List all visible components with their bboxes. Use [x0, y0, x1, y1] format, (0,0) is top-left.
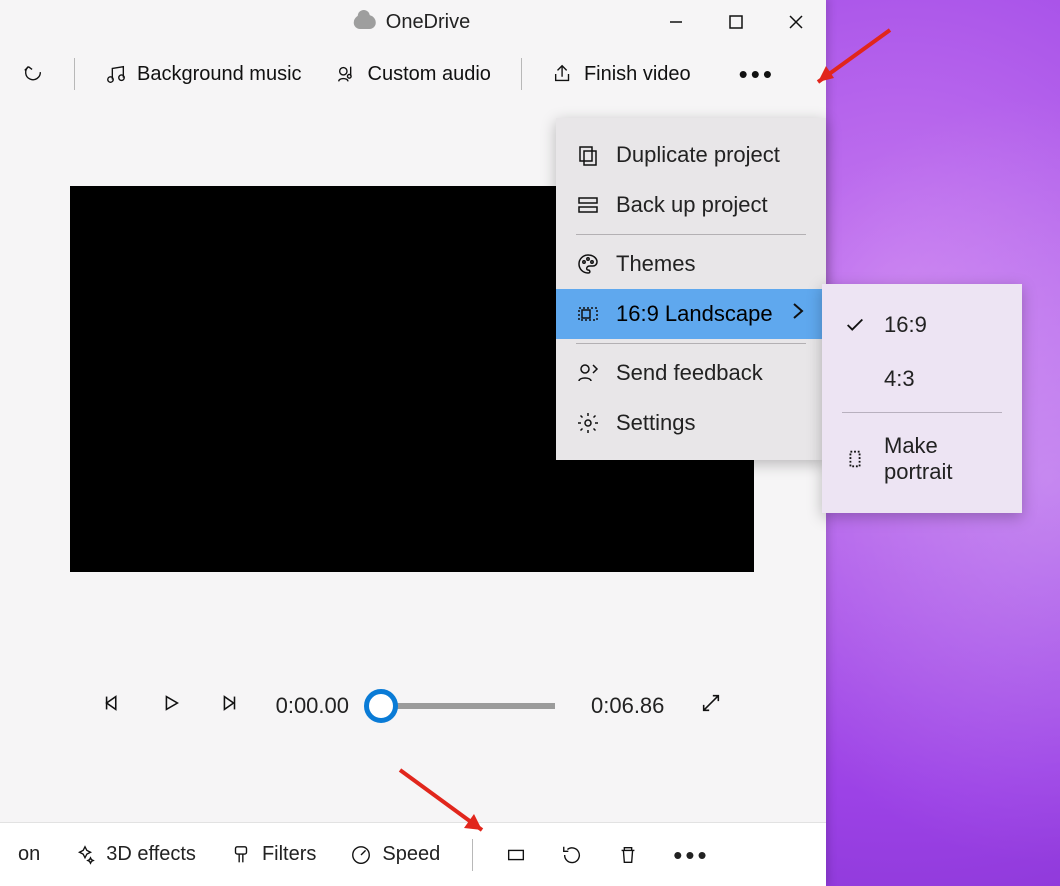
submenu-separator — [842, 412, 1002, 413]
redo-icon — [22, 63, 44, 85]
filters-label: Filters — [262, 843, 316, 866]
3d-effects-button[interactable]: 3D effects — [64, 843, 206, 866]
feedback-icon — [576, 361, 600, 385]
menu-backup-project[interactable]: Back up project — [556, 180, 826, 230]
gear-icon — [576, 411, 600, 435]
seek-bar[interactable] — [385, 703, 555, 709]
more-menu: Duplicate project Back up project Themes… — [556, 118, 826, 460]
palette-icon — [576, 252, 600, 276]
close-button[interactable] — [766, 0, 826, 46]
aspect-submenu: 16:9 4:3 Make portrait — [822, 284, 1022, 513]
seek-thumb[interactable] — [364, 689, 398, 723]
submenu-4-3[interactable]: 4:3 — [822, 352, 1022, 406]
minimize-button[interactable] — [646, 0, 706, 46]
play-button[interactable] — [160, 692, 182, 720]
submenu-make-portrait[interactable]: Make portrait — [822, 419, 1022, 499]
finish-video-button[interactable]: Finish video — [540, 54, 703, 94]
current-time: 0:00.00 — [276, 693, 349, 719]
submenu-portrait-label: Make portrait — [884, 433, 1000, 485]
motion-label-fragment: on — [18, 843, 40, 866]
menu-separator — [576, 234, 806, 235]
submenu-4-3-label: 4:3 — [884, 366, 915, 392]
separator — [472, 839, 473, 871]
speed-icon — [350, 844, 372, 866]
more-button[interactable]: ••• — [727, 54, 787, 94]
filters-button[interactable]: Filters — [220, 843, 326, 866]
background-music-button[interactable]: Background music — [93, 54, 314, 94]
title-bar: OneDrive — [0, 0, 826, 46]
sparkle-icon — [74, 844, 96, 866]
separator — [521, 58, 522, 90]
motion-button-fragment[interactable]: on — [8, 843, 50, 866]
speed-label: Speed — [382, 843, 440, 866]
submenu-16-9[interactable]: 16:9 — [822, 298, 1022, 352]
rotate-icon — [561, 844, 583, 866]
check-icon — [844, 314, 866, 336]
window-title: OneDrive — [386, 11, 470, 34]
menu-duplicate-label: Duplicate project — [616, 142, 780, 168]
menu-duplicate-project[interactable]: Duplicate project — [556, 130, 826, 180]
chevron-right-icon — [786, 299, 810, 329]
custom-audio-button[interactable]: Custom audio — [324, 54, 503, 94]
crop-icon — [505, 844, 527, 866]
top-toolbar: Background music Custom audio Finish vid… — [0, 46, 826, 102]
portrait-icon — [844, 448, 866, 470]
3d-effects-label: 3D effects — [106, 843, 196, 866]
transport-controls: 0:00.00 0:06.86 — [38, 692, 786, 720]
resize-button[interactable] — [495, 844, 537, 866]
backup-icon — [576, 193, 600, 217]
menu-themes-label: Themes — [616, 251, 695, 277]
bottom-toolbar: on 3D effects Filters Speed — [0, 822, 826, 886]
menu-backup-label: Back up project — [616, 192, 768, 218]
finish-video-label: Finish video — [584, 63, 691, 86]
submenu-16-9-label: 16:9 — [884, 312, 927, 338]
menu-aspect-ratio[interactable]: 16:9 Landscape — [556, 289, 826, 339]
custom-audio-label: Custom audio — [368, 63, 491, 86]
menu-themes[interactable]: Themes — [556, 239, 826, 289]
rotate-button[interactable] — [551, 844, 593, 866]
total-time: 0:06.86 — [591, 693, 664, 719]
separator — [74, 58, 75, 90]
cloud-icon — [354, 11, 376, 33]
menu-separator — [576, 343, 806, 344]
filters-icon — [230, 844, 252, 866]
maximize-button[interactable] — [706, 0, 766, 46]
background-music-label: Background music — [137, 63, 302, 86]
menu-aspect-label: 16:9 Landscape — [616, 301, 773, 327]
aspect-icon — [576, 302, 600, 326]
fullscreen-button[interactable] — [700, 692, 722, 720]
next-frame-button[interactable] — [218, 692, 240, 720]
menu-feedback-label: Send feedback — [616, 360, 763, 386]
menu-send-feedback[interactable]: Send feedback — [556, 348, 826, 398]
trash-icon — [617, 844, 639, 866]
delete-button[interactable] — [607, 844, 649, 866]
duplicate-icon — [576, 143, 600, 167]
prev-frame-button[interactable] — [102, 692, 124, 720]
share-icon — [552, 63, 574, 85]
menu-settings-label: Settings — [616, 410, 696, 436]
redo-button[interactable] — [10, 54, 56, 94]
speed-button[interactable]: Speed — [340, 843, 450, 866]
music-icon — [105, 63, 127, 85]
custom-audio-icon — [336, 63, 358, 85]
menu-settings[interactable]: Settings — [556, 398, 826, 448]
